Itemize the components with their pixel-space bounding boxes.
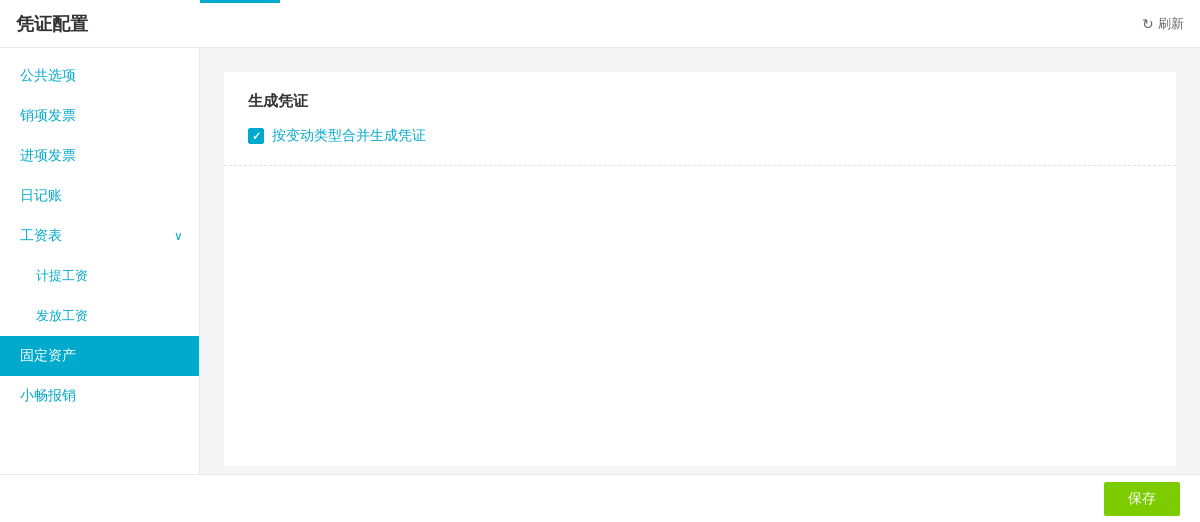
sidebar-item-journal[interactable]: 日记账 — [0, 176, 199, 216]
sidebar-item-label: 日记账 — [20, 187, 62, 205]
content-card: 生成凭证 ✓ 按变动类型合并生成凭证 — [224, 72, 1176, 166]
footer: 保存 — [0, 474, 1200, 522]
refresh-button[interactable]: ↻ 刷新 — [1142, 15, 1184, 33]
sidebar-item-pay-payroll[interactable]: 发放工资 — [0, 296, 199, 336]
refresh-label: 刷新 — [1158, 15, 1184, 33]
sidebar-item-label: 进项发票 — [20, 147, 76, 165]
sidebar-item-fixed-assets[interactable]: 固定资产 — [0, 336, 199, 376]
sidebar-item-label: 公共选项 — [20, 67, 76, 85]
content-area: 生成凭证 ✓ 按变动类型合并生成凭证 — [200, 48, 1200, 474]
chevron-down-icon: ∨ — [174, 229, 183, 243]
sidebar-item-commission-payroll[interactable]: 计提工资 — [0, 256, 199, 296]
page-title: 凭证配置 — [16, 12, 88, 36]
merge-generate-checkbox[interactable]: ✓ — [248, 128, 264, 144]
save-button[interactable]: 保存 — [1104, 482, 1180, 516]
section-title: 生成凭证 — [248, 92, 1152, 111]
sidebar-item-label: 小畅报销 — [20, 387, 76, 405]
sidebar-item-purchase-invoice[interactable]: 进项发票 — [0, 136, 199, 176]
page-header: 凭证配置 ↻ 刷新 — [0, 0, 1200, 48]
sidebar-item-label: 发放工资 — [36, 307, 88, 325]
content-rest — [224, 166, 1176, 466]
checkbox-label: 按变动类型合并生成凭证 — [272, 127, 426, 145]
main-layout: 公共选项 销项发票 进项发票 日记账 工资表 ∨ 计提工资 发放工资 固定资产 … — [0, 48, 1200, 474]
sidebar-item-label: 固定资产 — [20, 347, 76, 365]
sidebar-item-sales-invoice[interactable]: 销项发票 — [0, 96, 199, 136]
sidebar-item-public-options[interactable]: 公共选项 — [0, 56, 199, 96]
sidebar-item-label: 销项发票 — [20, 107, 76, 125]
check-mark-icon: ✓ — [252, 130, 261, 143]
top-bar — [200, 0, 280, 3]
sidebar: 公共选项 销项发票 进项发票 日记账 工资表 ∨ 计提工资 发放工资 固定资产 … — [0, 48, 200, 474]
sidebar-item-label: 计提工资 — [36, 267, 88, 285]
sidebar-item-payroll-table[interactable]: 工资表 ∨ — [0, 216, 199, 256]
sidebar-item-expense-report[interactable]: 小畅报销 — [0, 376, 199, 416]
refresh-icon: ↻ — [1142, 16, 1154, 32]
checkbox-row: ✓ 按变动类型合并生成凭证 — [248, 127, 1152, 145]
sidebar-item-label: 工资表 — [20, 227, 62, 245]
